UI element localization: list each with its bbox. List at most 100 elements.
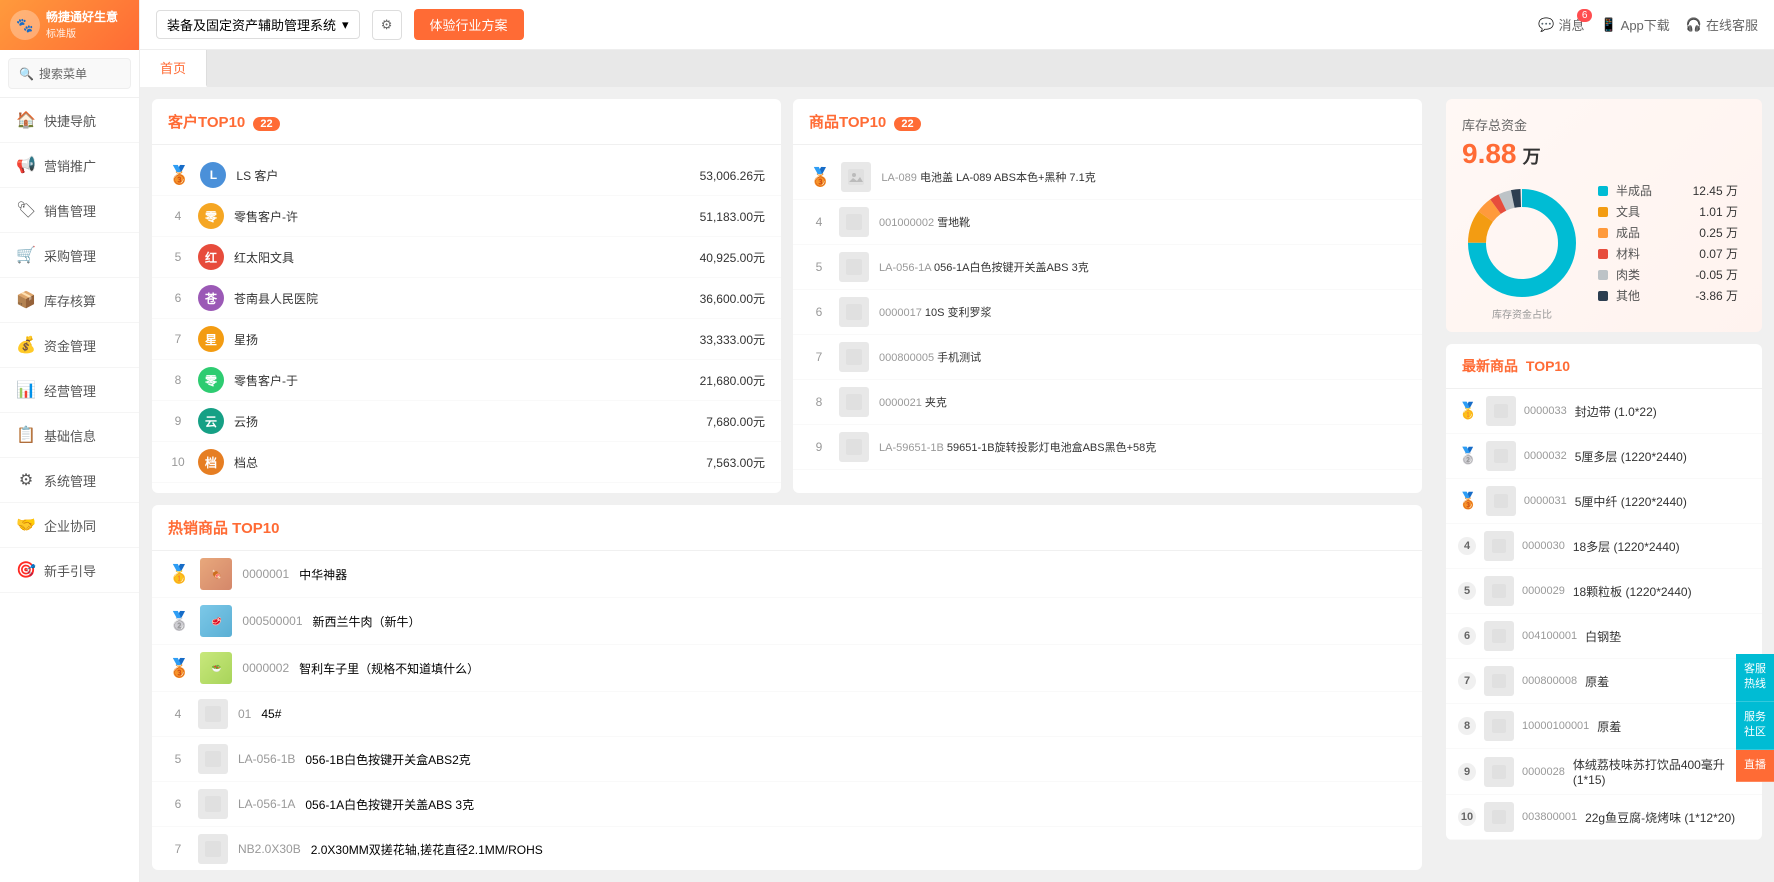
avatar: L [200, 162, 226, 188]
item-name: LA-056-1A 056-1A白色按键开关盖ABS 3克 [879, 259, 1406, 275]
float-buttons: 客服热线 服务社区 直播 [1736, 654, 1774, 782]
item-code: 0000032 [1524, 450, 1567, 462]
settings-button[interactable]: ⚙ [372, 10, 402, 40]
list-item: 🥇 0000033 封边带 (1.0*22) [1446, 389, 1762, 434]
brand-subtitle: 标准版 [46, 25, 118, 40]
newest-title: 最新商品 [1462, 358, 1518, 374]
content-area: 客户TOP10 22 🥉 L LS 客户 53,006.26元 4 [140, 87, 1774, 882]
notification-button[interactable]: 💬 消息 6 [1538, 15, 1584, 34]
donut-chart: 库存资金占比 [1462, 183, 1582, 303]
hot-products-card: 热销商品 TOP10 🥇 🍖 0000001 中华神器 🥈 🥩 00050000… [152, 505, 1422, 870]
product-thumb [1484, 576, 1514, 606]
list-item: 6 苍 苍南县人民医院 36,600.00元 [152, 278, 781, 319]
sidebar-item-label: 快捷导航 [44, 111, 96, 130]
list-item: 🥈 🥩 000500001 新西兰牛肉（新牛） [152, 598, 1422, 645]
notification-icon: 💬 [1538, 17, 1554, 33]
online-service-button[interactable]: 🎧 在线客服 [1686, 15, 1758, 34]
item-value: 7,563.00元 [706, 454, 765, 471]
rank-num: 5 [168, 250, 188, 264]
list-item: 7 000800008 原羞 [1446, 659, 1762, 704]
sidebar-brand: 畅捷通好生意 标准版 [46, 10, 118, 41]
avatar: 苍 [198, 285, 224, 311]
float-btn-service[interactable]: 客服热线 [1736, 654, 1774, 702]
legend-name: 成品 [1616, 224, 1691, 241]
rank-num: 4 [1458, 537, 1476, 555]
sidebar-item-company[interactable]: 🤝 企业协同 [0, 503, 139, 548]
sidebar-item-inventory[interactable]: 📦 库存核算 [0, 278, 139, 323]
list-item: 8 零 零售客户-于 21,680.00元 [152, 360, 781, 401]
item-name: LA-089 电池盖 LA-089 ABS本色+黑种 7.1克 [881, 169, 1406, 185]
medal-gold-icon: 🥇 [168, 564, 190, 585]
sidebar-item-marketing[interactable]: 📢 营销推广 [0, 143, 139, 188]
item-value: 53,006.26元 [700, 167, 765, 184]
rank-num: 9 [168, 414, 188, 428]
list-item: 8 0000021 夹克 [793, 380, 1422, 425]
item-name: 智利车子里（规格不知道填什么） [299, 660, 479, 677]
inventory-unit: 万 [1523, 147, 1541, 167]
list-item: 6 004100001 白钢垫 [1446, 614, 1762, 659]
item-name: 新西兰牛肉（新牛） [313, 613, 421, 630]
sidebar-item-finance[interactable]: 💰 资金管理 [0, 323, 139, 368]
trial-button[interactable]: 体验行业方案 [414, 9, 524, 40]
sidebar-item-label: 基础信息 [44, 426, 96, 445]
product-list-right: 🥉 LA-089 电池盖 LA-089 ABS本色+黑种 7.1克 4 0 [793, 145, 1422, 480]
system-name-label: 装备及固定资产辅助管理系统 [167, 15, 336, 34]
legend-color [1598, 270, 1608, 280]
legend-color [1598, 186, 1608, 196]
inventory-title-text: 库存总资金 [1462, 118, 1527, 133]
list-item: 7 星 星扬 33,333.00元 [152, 319, 781, 360]
item-name: LA-59651-1B 59651-1B旋转投影灯电池盒ABS黑色+58克 [879, 439, 1406, 455]
headset-icon: 🎧 [1686, 17, 1702, 33]
item-name: 红太阳文具 [234, 249, 690, 266]
legend-val: 0.07 万 [1699, 245, 1738, 262]
product-thumb [1484, 757, 1514, 787]
sidebar-item-guide[interactable]: 🎯 新手引导 [0, 548, 139, 593]
rank-num: 7 [168, 842, 188, 856]
top-row: 客户TOP10 22 🥉 L LS 客户 53,006.26元 4 [152, 99, 1422, 493]
page-tabs: 首页 [140, 50, 1774, 87]
product-img: 🍖 [200, 558, 232, 590]
search-menu-button[interactable]: 🔍 搜索菜单 [8, 58, 131, 89]
item-name: 零售客户-许 [234, 208, 690, 225]
item-code: 0000002 [242, 661, 289, 675]
sidebar-item-sales[interactable]: 🏷 销售管理 [0, 188, 139, 233]
float-btn-community[interactable]: 服务社区 [1736, 702, 1774, 750]
item-name: 原羞 [1597, 718, 1621, 735]
float-btn-live[interactable]: 直播 [1736, 750, 1774, 782]
rank-num: 8 [1458, 717, 1476, 735]
sidebar-item-label: 企业协同 [44, 516, 96, 535]
medal-bronze-icon: 🥉 [809, 167, 831, 188]
search-menu-label: 搜索菜单 [39, 65, 87, 82]
rank-num: 10 [1458, 808, 1476, 826]
customer-top10-title: 客户TOP10 [168, 114, 245, 131]
app-download-button[interactable]: 📱 App下载 [1600, 15, 1669, 34]
item-value: 36,600.00元 [700, 290, 765, 307]
sidebar-item-purchase[interactable]: 🛒 采购管理 [0, 233, 139, 278]
list-item: 6 LA-056-1A 056-1A白色按键开关盖ABS 3克 [152, 782, 1422, 827]
product-thumb [1484, 802, 1514, 832]
item-code: 0000033 [1524, 405, 1567, 417]
medal-silver-icon: 🥈 [1458, 446, 1478, 466]
sidebar-item-system[interactable]: ⚙ 系统管理 [0, 458, 139, 503]
rank-num: 5 [168, 752, 188, 766]
sidebar-item-operations[interactable]: 📊 经营管理 [0, 368, 139, 413]
search-icon: 🔍 [19, 67, 34, 81]
right-panel: 库存总资金 9.88 万 [1434, 87, 1774, 882]
hot-products-title: 热销商品 TOP10 [168, 520, 279, 537]
newest-products-list: 🥇 0000033 封边带 (1.0*22) 🥈 0000032 5 [1446, 389, 1762, 840]
system-selector[interactable]: 装备及固定资产辅助管理系统 ▾ [156, 10, 360, 39]
tab-home[interactable]: 首页 [140, 50, 207, 87]
sidebar-item-quick-nav[interactable]: 🏠 快捷导航 [0, 98, 139, 143]
list-item: 10 档 档总 7,563.00元 [152, 442, 781, 483]
gear-icon: ⚙ [381, 17, 393, 33]
product-thumb [1484, 531, 1514, 561]
list-item: 7 000800005 手机测试 [793, 335, 1422, 380]
float-btn-live-label: 直播 [1744, 759, 1766, 771]
list-item: 8 10000100001 原羞 [1446, 704, 1762, 749]
operations-icon: 📊 [16, 380, 36, 400]
legend-name: 肉类 [1616, 266, 1687, 283]
sidebar-item-basic[interactable]: 📋 基础信息 [0, 413, 139, 458]
item-name: 22g鱼豆腐-烧烤味 (1*12*20) [1585, 809, 1735, 826]
medal-bronze-icon: 🥉 [168, 658, 190, 679]
list-item: 4 001000002 雪地靴 [793, 200, 1422, 245]
